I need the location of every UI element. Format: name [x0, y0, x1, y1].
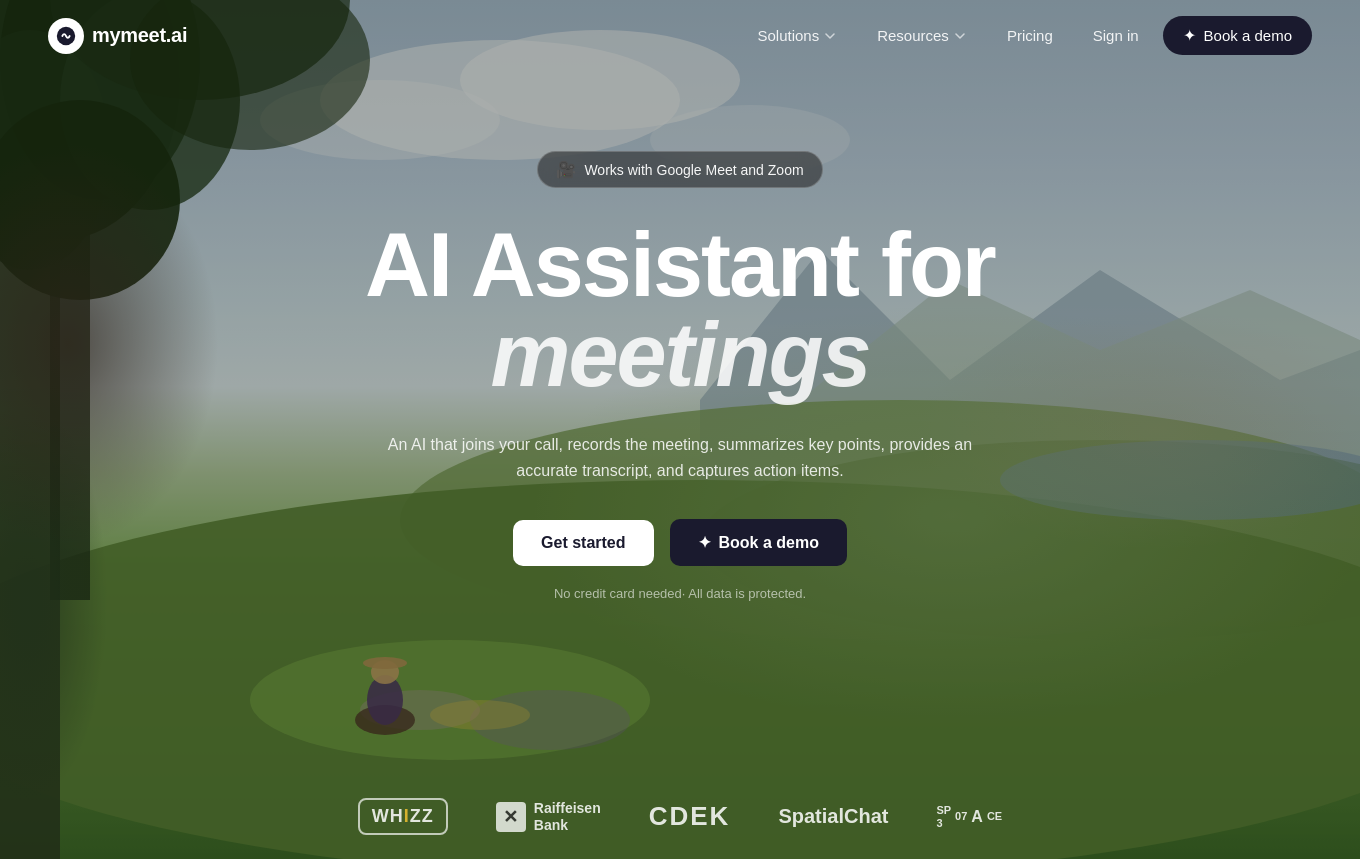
- logo-spatialchat: SpatialChat: [778, 805, 888, 828]
- get-started-button[interactable]: Get started: [513, 520, 653, 566]
- video-icon: 🎥: [556, 160, 576, 179]
- raiffeisen-icon: ✕: [496, 802, 526, 832]
- logo-raiffeisen: ✕ Raiffeisen Bank: [496, 800, 601, 834]
- logo-sp-ce: SP3 07 A CE: [936, 804, 1002, 828]
- hero-title-line1: AI Assistant for: [365, 220, 995, 310]
- logo-cdek: CDEK: [649, 801, 731, 832]
- hero-title: AI Assistant for meetings: [365, 220, 995, 400]
- sparkle-icon-2: ✦: [698, 533, 711, 552]
- hero-book-demo-button[interactable]: ✦ Book a demo: [670, 519, 847, 566]
- hero-title-line2: meetings: [365, 310, 995, 400]
- logo-icon: [48, 18, 84, 54]
- logo-link[interactable]: mymeet.ai: [48, 18, 187, 54]
- nav-pricing[interactable]: Pricing: [991, 19, 1069, 52]
- hero-buttons: Get started ✦ Book a demo: [513, 519, 847, 566]
- nav-solutions[interactable]: Solutions: [741, 19, 853, 52]
- resources-chevron-icon: [953, 29, 967, 43]
- logo-whizz: whizz: [358, 798, 448, 835]
- logos-bar: whizz ✕ Raiffeisen Bank CDEK SpatialChat…: [0, 774, 1360, 859]
- hero-subtitle: An AI that joins your call, records the …: [380, 432, 980, 483]
- nav-resources[interactable]: Resources: [861, 19, 983, 52]
- logo-text: mymeet.ai: [92, 24, 187, 47]
- nav-links: Solutions Resources Pricing Sign in ✦ Bo…: [741, 16, 1312, 55]
- navbar: mymeet.ai Solutions Resources Pricing Si…: [0, 0, 1360, 71]
- solutions-chevron-icon: [823, 29, 837, 43]
- hero-content: 🎥 Works with Google Meet and Zoom AI Ass…: [0, 71, 1360, 601]
- nav-book-demo-button[interactable]: ✦ Book a demo: [1163, 16, 1312, 55]
- badge: 🎥 Works with Google Meet and Zoom: [537, 151, 822, 188]
- nav-signin[interactable]: Sign in: [1077, 19, 1155, 52]
- hero-note: No credit card needed· All data is prote…: [554, 586, 806, 601]
- sparkle-icon: ✦: [1183, 26, 1196, 45]
